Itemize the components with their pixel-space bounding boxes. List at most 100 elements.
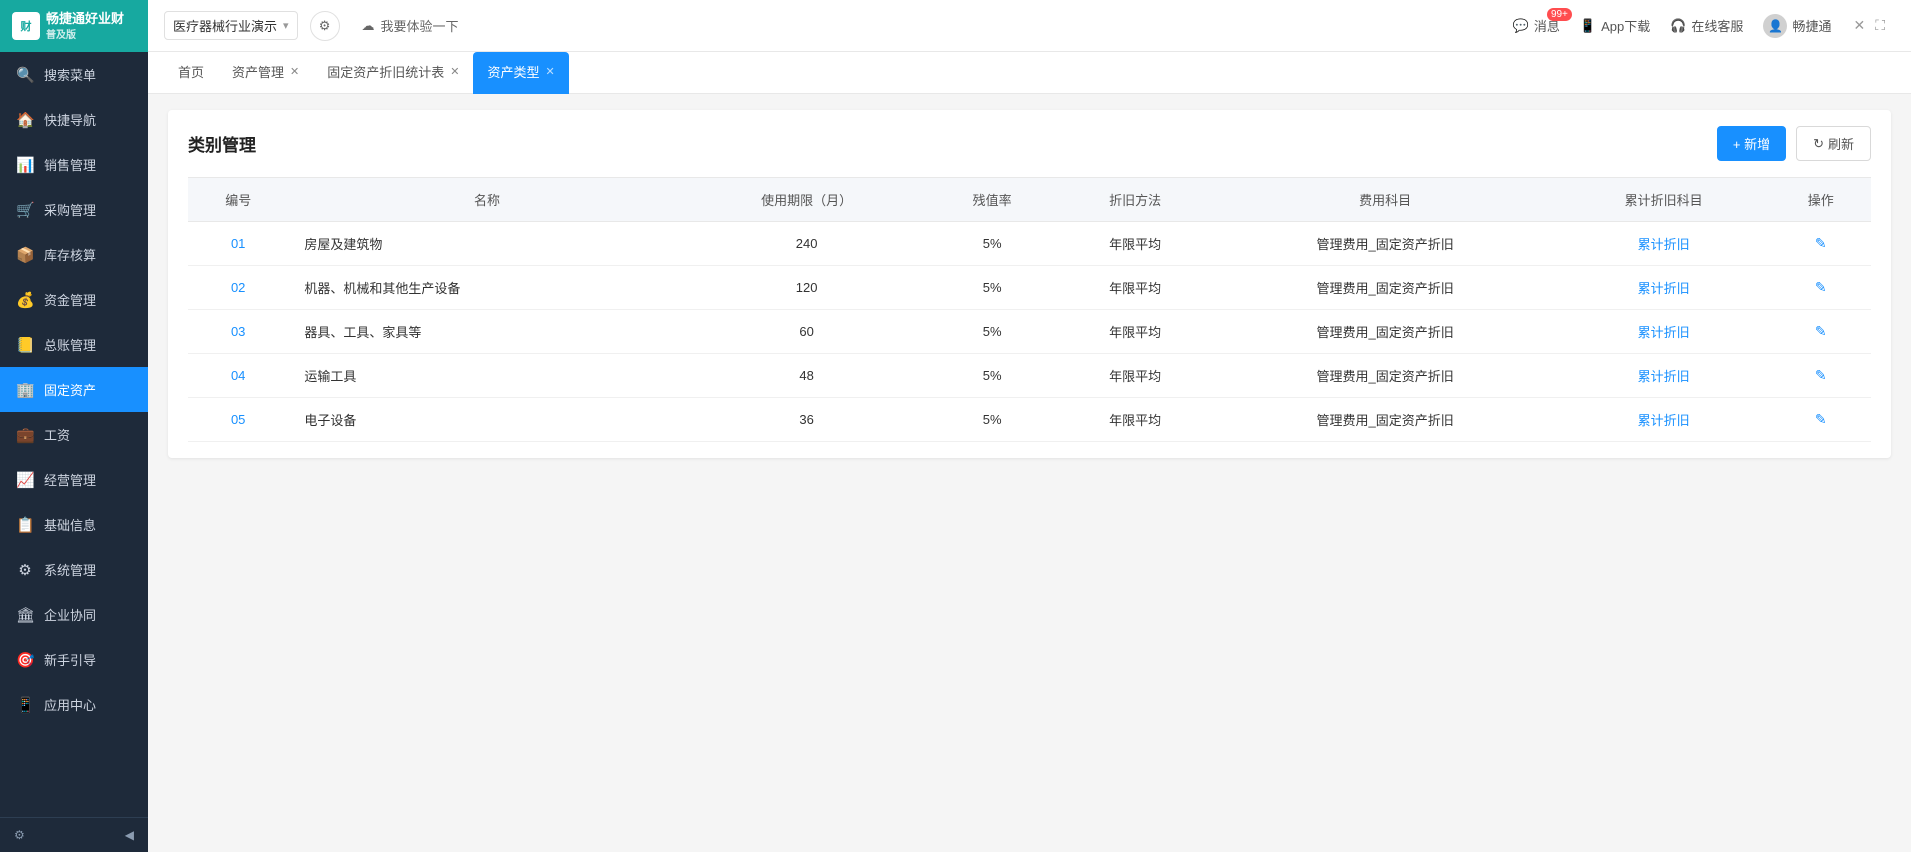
user-avatar: 👤 — [1763, 14, 1787, 38]
gear-icon: ⚙ — [319, 18, 331, 34]
refresh-button[interactable]: ↻ 刷新 — [1796, 126, 1871, 161]
content-panel: 类别管理 + 新增 ↻ 刷新 编号 名称 使用期限（月） 残值率 — [168, 110, 1891, 458]
cell-name: 房屋及建筑物 — [288, 222, 685, 266]
sidebar-settings-icon[interactable]: ⚙ — [14, 828, 25, 842]
app-center-icon: 📱 — [16, 696, 34, 714]
cell-accumulated[interactable]: 累计折旧 — [1557, 398, 1771, 442]
cell-action: ✎ — [1771, 266, 1871, 310]
sidebar-item-salary[interactable]: 💼 工资 — [0, 412, 148, 457]
edit-icon[interactable]: ✎ — [1815, 367, 1827, 383]
sidebar-item-search[interactable]: 🔍 搜索菜单 — [0, 52, 148, 97]
window-controls: ✕ ⛶ — [1843, 17, 1895, 34]
settings-button[interactable]: ⚙ — [310, 11, 340, 41]
edit-icon[interactable]: ✎ — [1815, 279, 1827, 295]
search-icon: 🔍 — [16, 66, 34, 84]
new-button[interactable]: + 新增 — [1717, 126, 1786, 161]
maximize-button[interactable]: ⛶ — [1875, 17, 1885, 34]
cell-code[interactable]: 02 — [188, 266, 288, 310]
topbar: 医疗器械行业演示 ▾ ⚙ ☁ 我要体验一下 💬 消息 99+ 📱 App下载 🎧… — [148, 0, 1911, 52]
cell-code[interactable]: 03 — [188, 310, 288, 354]
sidebar-item-basic-info[interactable]: 📋 基础信息 — [0, 502, 148, 547]
cell-residual: 5% — [928, 354, 1057, 398]
fixed-assets-icon: 🏢 — [16, 381, 34, 399]
sidebar-item-fixed-assets[interactable]: 🏢 固定资产 — [0, 367, 148, 412]
chevron-down-icon: ▾ — [283, 19, 289, 32]
cell-method: 年限平均 — [1057, 354, 1214, 398]
cell-period: 36 — [686, 398, 928, 442]
cell-code[interactable]: 01 — [188, 222, 288, 266]
mobile-icon: 📱 — [1580, 18, 1596, 34]
sidebar-item-quick-nav[interactable]: 🏠 快捷导航 — [0, 97, 148, 142]
sidebar-collapse-icon[interactable]: ◀ — [125, 828, 134, 842]
sidebar-item-app-center[interactable]: 📱 应用中心 — [0, 682, 148, 727]
cell-expense: 管理费用_固定资产折旧 — [1214, 398, 1557, 442]
col-residual: 残值率 — [928, 178, 1057, 222]
tab-depreciation-table[interactable]: 固定资产折旧统计表 ✕ — [313, 52, 473, 94]
salary-icon: 💼 — [16, 426, 34, 444]
cell-period: 240 — [686, 222, 928, 266]
cell-action: ✎ — [1771, 398, 1871, 442]
cloud-icon: ☁ — [362, 18, 375, 34]
app-logo: 财 畅捷通好业财 普及版 — [0, 0, 148, 52]
home-icon: 🏠 — [16, 111, 34, 129]
sidebar: 财 畅捷通好业财 普及版 🔍 搜索菜单 🏠 快捷导航 📊 销售管理 🛒 采购管理… — [0, 0, 148, 852]
cell-name: 运输工具 — [288, 354, 685, 398]
edit-icon[interactable]: ✎ — [1815, 323, 1827, 339]
col-expense: 费用科目 — [1214, 178, 1557, 222]
cell-action: ✎ — [1771, 310, 1871, 354]
inventory-icon: 📦 — [16, 246, 34, 264]
sidebar-item-ledger[interactable]: 📒 总账管理 — [0, 322, 148, 367]
user-button[interactable]: 👤 畅捷通 — [1763, 14, 1831, 38]
table-row: 04 运输工具 48 5% 年限平均 管理费用_固定资产折旧 累计折旧 ✎ — [188, 354, 1871, 398]
sidebar-item-enterprise[interactable]: 🏛 企业协同 — [0, 592, 148, 637]
page-title: 类别管理 — [188, 131, 256, 156]
table-row: 03 器具、工具、家具等 60 5% 年限平均 管理费用_固定资产折旧 累计折旧… — [188, 310, 1871, 354]
cell-name: 电子设备 — [288, 398, 685, 442]
tab-asset-mgmt[interactable]: 资产管理 ✕ — [218, 52, 313, 94]
tab-asset-type[interactable]: 资产类型 ✕ — [473, 52, 568, 94]
sidebar-item-guide[interactable]: 🎯 新手引导 — [0, 637, 148, 682]
tab-close-asset-type[interactable]: ✕ — [546, 65, 555, 78]
cell-accumulated[interactable]: 累计折旧 — [1557, 222, 1771, 266]
company-name: 医疗器械行业演示 — [173, 16, 277, 35]
logo-sub: 普及版 — [46, 26, 124, 41]
experience-button[interactable]: ☁ 我要体验一下 — [352, 12, 469, 39]
sidebar-item-operations[interactable]: 📈 经营管理 — [0, 457, 148, 502]
cell-name: 机器、机械和其他生产设备 — [288, 266, 685, 310]
customer-service-label: 在线客服 — [1691, 16, 1743, 35]
tab-home[interactable]: 首页 — [164, 52, 218, 94]
cell-expense: 管理费用_固定资产折旧 — [1214, 310, 1557, 354]
cell-action: ✎ — [1771, 222, 1871, 266]
cell-accumulated[interactable]: 累计折旧 — [1557, 310, 1771, 354]
headset-icon: 🎧 — [1670, 18, 1686, 34]
close-button[interactable]: ✕ — [1853, 17, 1865, 34]
edit-icon[interactable]: ✎ — [1815, 235, 1827, 251]
customer-service-button[interactable]: 🎧 在线客服 — [1670, 16, 1743, 35]
tab-close-asset-mgmt[interactable]: ✕ — [290, 65, 299, 78]
cell-expense: 管理费用_固定资产折旧 — [1214, 222, 1557, 266]
sidebar-bottom: ⚙ ◀ — [0, 817, 148, 852]
cell-code[interactable]: 05 — [188, 398, 288, 442]
sidebar-item-sales[interactable]: 📊 销售管理 — [0, 142, 148, 187]
app-download-button[interactable]: 📱 App下载 — [1580, 16, 1650, 35]
col-action: 操作 — [1771, 178, 1871, 222]
cell-accumulated[interactable]: 累计折旧 — [1557, 266, 1771, 310]
message-badge: 99+ — [1547, 8, 1572, 21]
page-header: 类别管理 + 新增 ↻ 刷新 — [188, 126, 1871, 161]
ledger-icon: 📒 — [16, 336, 34, 354]
message-button[interactable]: 💬 消息 99+ — [1513, 16, 1560, 35]
cell-action: ✎ — [1771, 354, 1871, 398]
cell-accumulated[interactable]: 累计折旧 — [1557, 354, 1771, 398]
col-name: 名称 — [288, 178, 685, 222]
company-selector[interactable]: 医疗器械行业演示 ▾ — [164, 11, 298, 40]
sidebar-item-system[interactable]: ⚙ 系统管理 — [0, 547, 148, 592]
col-accumulated: 累计折旧科目 — [1557, 178, 1771, 222]
col-code: 编号 — [188, 178, 288, 222]
sidebar-item-capital[interactable]: 💰 资金管理 — [0, 277, 148, 322]
tab-close-depreciation-table[interactable]: ✕ — [450, 65, 459, 78]
edit-icon[interactable]: ✎ — [1815, 411, 1827, 427]
sidebar-item-purchase[interactable]: 🛒 采购管理 — [0, 187, 148, 232]
sidebar-item-inventory[interactable]: 📦 库存核算 — [0, 232, 148, 277]
cell-code[interactable]: 04 — [188, 354, 288, 398]
table-row: 01 房屋及建筑物 240 5% 年限平均 管理费用_固定资产折旧 累计折旧 ✎ — [188, 222, 1871, 266]
